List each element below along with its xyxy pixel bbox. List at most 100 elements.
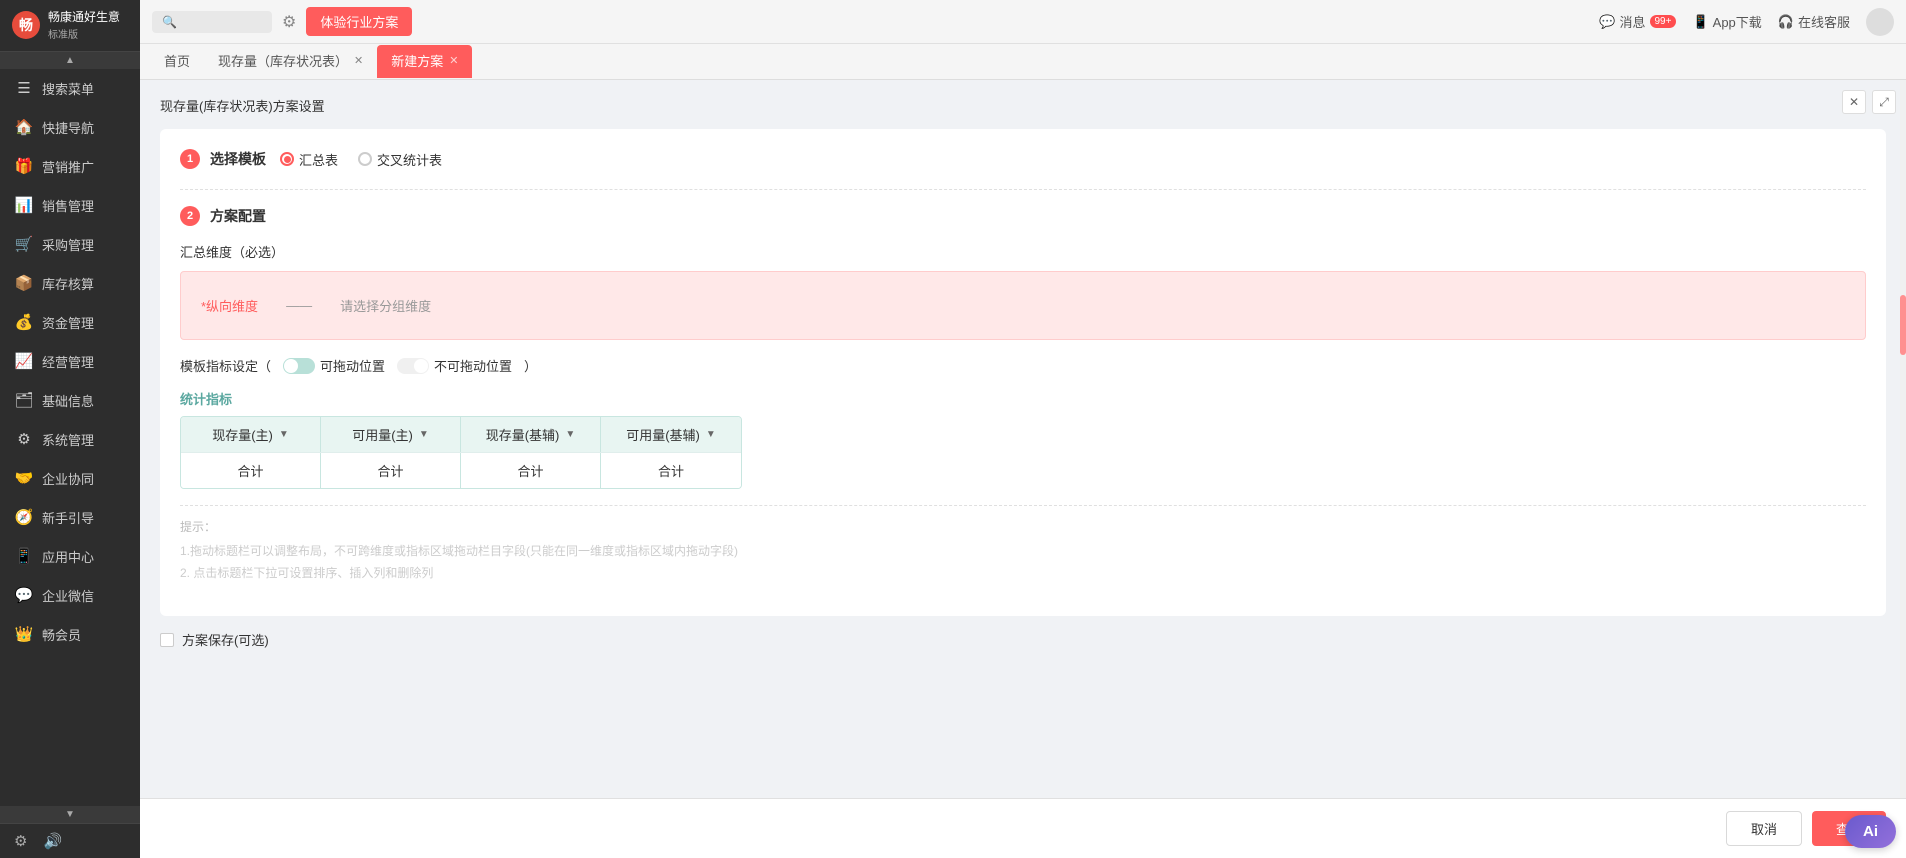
wechat-icon: 💬 bbox=[14, 586, 34, 604]
panel-expand-btn[interactable]: ⤢ bbox=[1872, 90, 1896, 114]
template-radio-group: 汇总表 交叉统计表 bbox=[280, 150, 442, 169]
toggle-draggable-knob bbox=[284, 359, 298, 373]
search-box[interactable]: 🔍 bbox=[152, 11, 272, 33]
message-badge: 99+ bbox=[1650, 15, 1677, 28]
tips-section: 提示： 1.拖动标题栏可以调整布局，不可跨维度或指标区域拖动栏目字段(只能在同一… bbox=[180, 505, 1866, 596]
trial-btn[interactable]: 体验行业方案 bbox=[306, 7, 412, 36]
step2-badge: 2 bbox=[180, 206, 200, 226]
topbar-gear-icon[interactable]: ⚙ bbox=[282, 12, 296, 32]
panel-close-btn[interactable]: ✕ bbox=[1842, 90, 1866, 114]
stats-header-0[interactable]: 现存量(主) ▼ bbox=[181, 417, 321, 452]
cart-icon: 🛒 bbox=[14, 235, 34, 253]
sidebar-scroll-down[interactable]: ▼ bbox=[0, 806, 140, 823]
sidebar-item-label: 销售管理 bbox=[42, 196, 94, 215]
stats-data-label-2: 合计 bbox=[517, 461, 543, 480]
indicator-settings-row: 模板指标设定（ 可拖动位置 不可拖动位置 ） bbox=[180, 356, 1866, 375]
required-mark: *纵向维度 bbox=[201, 296, 258, 315]
sidebar-item-marketing[interactable]: 🎁 营销推广 bbox=[0, 147, 140, 186]
sidebar-bottom: ⚙ 🔊 bbox=[0, 823, 140, 858]
info-icon: 🗂 bbox=[14, 391, 34, 409]
right-scrollbar[interactable] bbox=[1900, 80, 1906, 798]
footer-bar: 取消 查询 bbox=[140, 798, 1906, 858]
stats-cell-2: 合计 bbox=[461, 453, 601, 488]
stats-cell-0: 合计 bbox=[181, 453, 321, 488]
app-name: 畅康通好生意 bbox=[48, 10, 120, 26]
speaker-icon[interactable]: 🔊 bbox=[43, 832, 62, 850]
sidebar-item-label: 资金管理 bbox=[42, 313, 94, 332]
ai-button[interactable]: Ai bbox=[1845, 815, 1896, 848]
template-option-summary[interactable]: 汇总表 bbox=[280, 150, 338, 169]
stats-cell-3: 合计 bbox=[601, 453, 741, 488]
cancel-button[interactable]: 取消 bbox=[1726, 811, 1802, 846]
sidebar-item-operations[interactable]: 📈 经营管理 bbox=[0, 342, 140, 381]
stats-table: 现存量(主) ▼ 可用量(主) ▼ 现存量(基辅) ▼ 可用量(基辅) bbox=[180, 416, 742, 489]
chevron-down-icon-0: ▼ bbox=[279, 429, 289, 440]
tab-home-label: 首页 bbox=[164, 51, 190, 70]
panel-controls: ✕ ⤢ bbox=[1842, 90, 1896, 114]
app-download-btn[interactable]: 📱 App下载 bbox=[1692, 12, 1761, 31]
sidebar-item-guide[interactable]: 🧭 新手引导 bbox=[0, 498, 140, 537]
tab-inventory-status[interactable]: 现存量（库存状况表） ✕ bbox=[204, 45, 377, 78]
sidebar-item-label: 畅会员 bbox=[42, 625, 81, 644]
sidebar-item-app-center[interactable]: 📱 应用中心 bbox=[0, 537, 140, 576]
radio-summary-dot bbox=[284, 156, 291, 163]
member-icon: 👑 bbox=[14, 625, 34, 643]
sidebar-item-label: 基础信息 bbox=[42, 391, 94, 410]
stats-header-row: 现存量(主) ▼ 可用量(主) ▼ 现存量(基辅) ▼ 可用量(基辅) bbox=[181, 417, 741, 452]
support-btn[interactable]: 🎧 在线客服 bbox=[1778, 12, 1850, 31]
stats-section-title: 统计指标 bbox=[180, 389, 1866, 408]
stats-data-label-0: 合计 bbox=[237, 461, 263, 480]
dimension-label: 汇总维度（必选） bbox=[180, 242, 1866, 261]
search-icon: 🔍 bbox=[162, 15, 177, 29]
sidebar-item-finance[interactable]: 💰 资金管理 bbox=[0, 303, 140, 342]
sidebar-item-label: 系统管理 bbox=[42, 430, 94, 449]
sidebar-item-label: 企业协同 bbox=[42, 469, 94, 488]
sidebar-item-cooperation[interactable]: 🤝 企业协同 bbox=[0, 459, 140, 498]
save-option-checkbox[interactable] bbox=[160, 633, 174, 647]
tab-new-scheme[interactable]: 新建方案 ✕ bbox=[377, 45, 472, 78]
sidebar-item-sales[interactable]: 📊 销售管理 bbox=[0, 186, 140, 225]
sidebar-scroll-up[interactable]: ▲ bbox=[0, 52, 140, 69]
dimension-box[interactable]: *纵向维度 —— 请选择分组维度 bbox=[180, 271, 1866, 340]
template-option-cross[interactable]: 交叉统计表 bbox=[358, 150, 442, 169]
message-icon: 💬 bbox=[1599, 14, 1615, 30]
stats-header-3[interactable]: 可用量(基辅) ▼ bbox=[601, 417, 741, 452]
stats-header-label-2: 现存量(基辅) bbox=[486, 425, 560, 444]
tip-text-1: 1.拖动标题栏可以调整布局，不可跨维度或指标区域拖动栏目字段(只能在同一维度或指… bbox=[180, 541, 738, 563]
sidebar-item-basic-info[interactable]: 🗂 基础信息 bbox=[0, 381, 140, 420]
scrollbar-thumb bbox=[1900, 295, 1906, 355]
stats-header-2[interactable]: 现存量(基辅) ▼ bbox=[461, 417, 601, 452]
tab-new-scheme-close-icon[interactable]: ✕ bbox=[449, 54, 458, 67]
sidebar-nav: ☰ 搜索菜单 🏠 快捷导航 🎁 营销推广 📊 销售管理 🛒 采购管理 📦 库存核… bbox=[0, 69, 140, 806]
sidebar-item-wechat[interactable]: 💬 企业微信 bbox=[0, 576, 140, 615]
sidebar-item-label: 经营管理 bbox=[42, 352, 94, 371]
sidebar-item-quick-nav[interactable]: 🏠 快捷导航 bbox=[0, 108, 140, 147]
chevron-down-icon-2: ▼ bbox=[565, 429, 575, 440]
sidebar-item-member[interactable]: 👑 畅会员 bbox=[0, 615, 140, 654]
indicator-settings-label: 模板指标设定（ bbox=[180, 356, 271, 375]
chevron-down-icon-1: ▼ bbox=[419, 429, 429, 440]
step1-badge: 1 bbox=[180, 149, 200, 169]
toggle-not-draggable-knob bbox=[414, 359, 428, 373]
message-btn[interactable]: 💬 消息 99+ bbox=[1599, 12, 1676, 31]
message-label: 消息 bbox=[1619, 12, 1645, 31]
sidebar-item-system[interactable]: ⚙ 系统管理 bbox=[0, 420, 140, 459]
user-avatar[interactable] bbox=[1866, 8, 1894, 36]
sidebar-item-purchase[interactable]: 🛒 采购管理 bbox=[0, 225, 140, 264]
guide-icon: 🧭 bbox=[14, 508, 34, 526]
settings-icon[interactable]: ⚙ bbox=[14, 832, 27, 850]
tab-home[interactable]: 首页 bbox=[150, 45, 204, 78]
support-label: 在线客服 bbox=[1798, 12, 1850, 31]
sidebar-item-label: 营销推广 bbox=[42, 157, 94, 176]
stats-data-row: 合计 合计 合计 合计 bbox=[181, 452, 741, 488]
sidebar-item-inventory[interactable]: 📦 库存核算 bbox=[0, 264, 140, 303]
stats-header-1[interactable]: 可用量(主) ▼ bbox=[321, 417, 461, 452]
tab-inventory-close-icon[interactable]: ✕ bbox=[354, 54, 363, 67]
sidebar-item-label: 搜索菜单 bbox=[42, 79, 94, 98]
dim-separator: —— bbox=[286, 298, 312, 313]
app-version: 标准版 bbox=[48, 26, 120, 41]
stats-header-label-0: 现存量(主) bbox=[212, 425, 273, 444]
sidebar-item-search-menu[interactable]: ☰ 搜索菜单 bbox=[0, 69, 140, 108]
draggable-toggle[interactable]: 可拖动位置 bbox=[283, 356, 385, 375]
step2-section: 2 方案配置 汇总维度（必选） *纵向维度 —— 请选择分组维度 模板指标设定（ bbox=[180, 206, 1866, 596]
